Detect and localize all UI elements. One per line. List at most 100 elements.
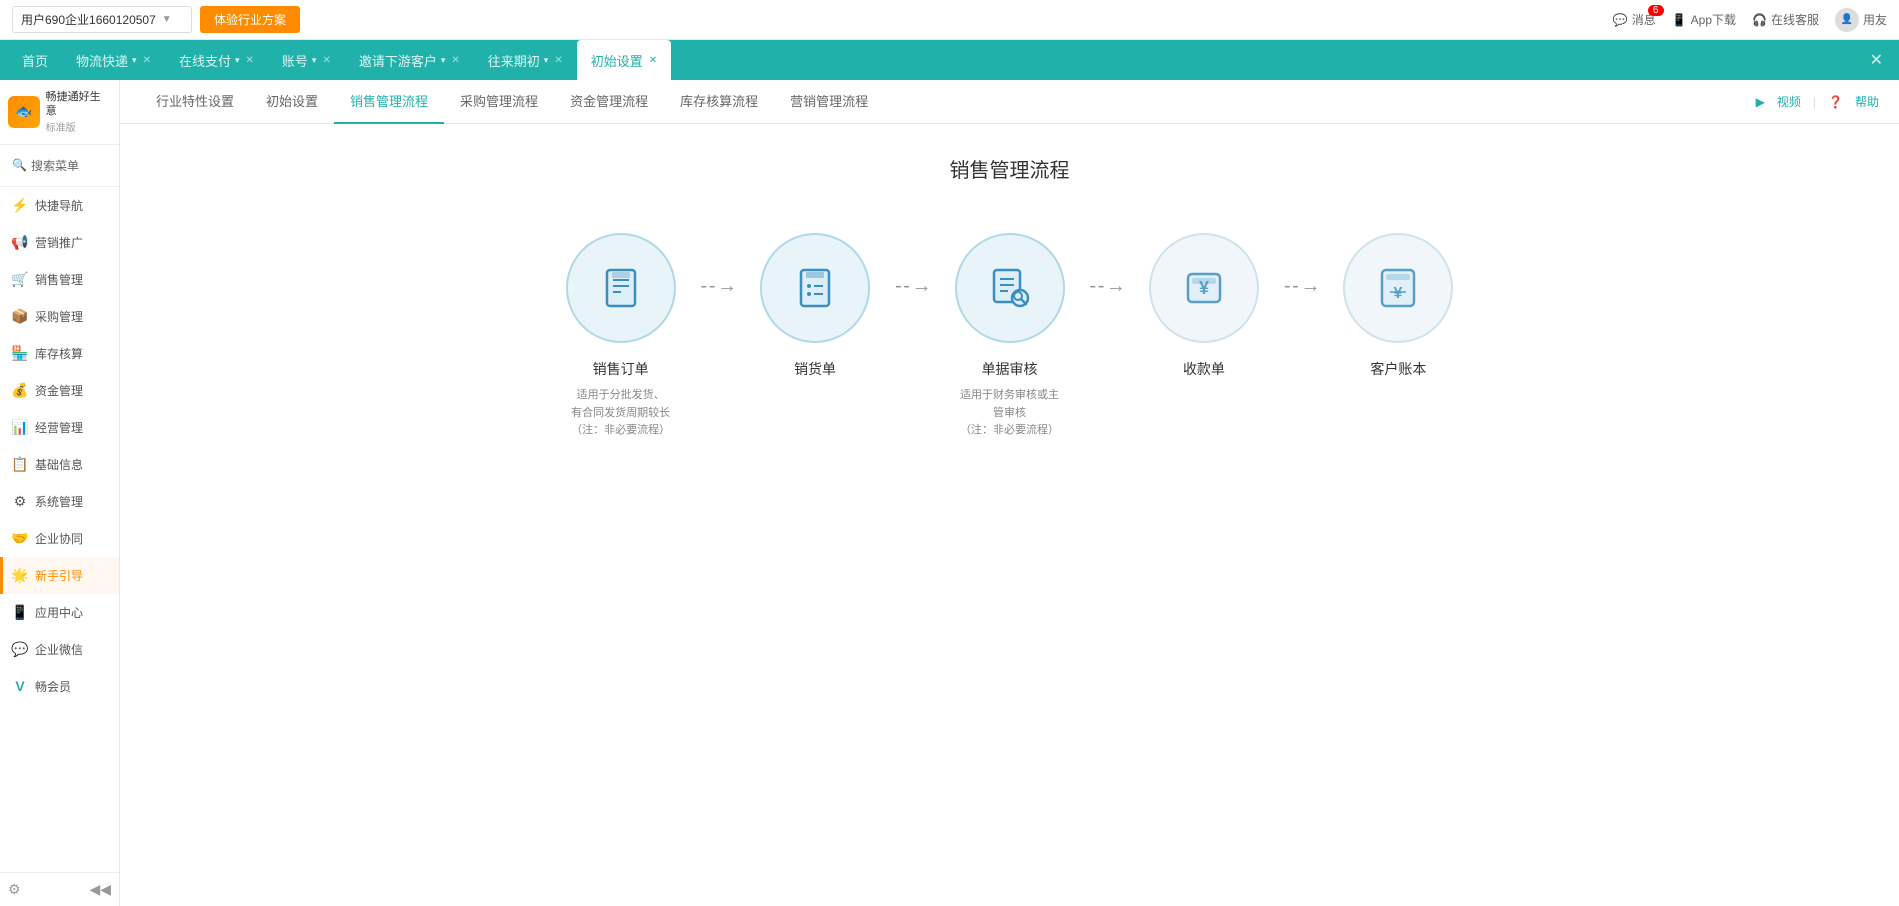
top-bar-left: 用户690企业1660120507 ▼ 体验行业方案 (12, 6, 300, 33)
flow-circle-sales-invoice[interactable] (760, 233, 870, 343)
sub-tab-industry-label: 行业特性设置 (156, 91, 234, 110)
biz-mgmt-icon: 📊 (11, 419, 29, 436)
sidebar-item-inventory[interactable]: 🏪 库存核算 (0, 335, 119, 372)
sidebar-item-enterprise-wechat[interactable]: 💬 企业微信 (0, 631, 119, 668)
top-bar: 用户690企业1660120507 ▼ 体验行业方案 💬 消息 6 📱 App下… (0, 0, 1899, 40)
messages-button[interactable]: 💬 消息 6 (1613, 11, 1656, 28)
online-service-button[interactable]: 🎧 在线客服 (1752, 11, 1819, 28)
user-profile-button[interactable]: 👤 用友 (1835, 8, 1887, 32)
search-icon: 🔍 (12, 158, 27, 172)
sub-tab-fund-flow[interactable]: 资金管理流程 (554, 80, 664, 124)
message-icon: 💬 (1613, 13, 1628, 27)
collection-icon: ¥ (1180, 264, 1228, 312)
enterprise-wechat-label: 企业微信 (35, 641, 83, 658)
sales-order-icon (597, 264, 645, 312)
sales-mgmt-label: 销售管理 (35, 271, 83, 288)
sub-tab-sales-flow[interactable]: 销售管理流程 (334, 80, 444, 124)
tab-account-arrow-icon: ▾ (312, 55, 317, 66)
enterprise-coop-label: 企业协同 (35, 530, 83, 547)
sidebar-logo: 🐟 畅捷通好生意 标准版 (0, 80, 119, 145)
video-label[interactable]: 视频 (1777, 93, 1801, 110)
user-label: 用户690企业1660120507 (21, 11, 156, 28)
sidebar-item-app-center[interactable]: 📱 应用中心 (0, 594, 119, 631)
flow-arrow-2: - - → (895, 233, 929, 298)
sub-tab-inventory-flow-label: 库存核算流程 (680, 91, 758, 110)
sidebar-item-sales-mgmt[interactable]: 🛒 销售管理 (0, 261, 119, 298)
app-download-button[interactable]: 📱 App下载 (1672, 11, 1736, 28)
user-selector[interactable]: 用户690企业1660120507 ▼ (12, 6, 192, 33)
page-content: 销售管理流程 销售订单 适用于分批发货、有合同 (120, 124, 1899, 906)
close-all-tabs-button[interactable]: ✕ (1862, 50, 1891, 70)
flow-circle-collection[interactable]: ¥ (1149, 233, 1259, 343)
customer-ledger-icon: ¥ (1374, 264, 1422, 312)
flow-item-collection: ¥ 收款单 (1124, 233, 1284, 387)
tab-period[interactable]: 往来期初 ▾ ✕ (474, 40, 577, 80)
flow-label-collection: 收款单 (1183, 359, 1225, 379)
tab-logistics-close-icon[interactable]: ✕ (143, 55, 151, 66)
tab-account-close-icon[interactable]: ✕ (322, 55, 330, 66)
basic-info-label: 基础信息 (35, 456, 83, 473)
flow-circle-customer-ledger[interactable]: ¥ (1343, 233, 1453, 343)
flow-circle-sales-order[interactable] (566, 233, 676, 343)
tab-period-label: 往来期初 (488, 51, 540, 70)
sub-tab-industry[interactable]: 行业特性设置 (140, 80, 250, 124)
help-label[interactable]: 帮助 (1855, 93, 1879, 110)
tab-payment-label: 在线支付 (179, 51, 231, 70)
sidebar-item-basic-info[interactable]: 📋 基础信息 (0, 446, 119, 483)
user-name-label: 用友 (1863, 11, 1887, 28)
sys-mgmt-icon: ⚙ (11, 493, 29, 510)
enterprise-wechat-icon: 💬 (11, 641, 29, 658)
inventory-label: 库存核算 (35, 345, 83, 362)
search-menu-button[interactable]: 🔍 搜索菜单 (8, 153, 111, 178)
new-guide-icon: 🌟 (11, 567, 29, 584)
settings-bottom-button[interactable]: ⚙ (8, 881, 21, 898)
inventory-icon: 🏪 (11, 345, 29, 362)
logo-version: 标准版 (46, 119, 111, 134)
message-badge: 6 (1648, 5, 1664, 16)
sys-mgmt-label: 系统管理 (35, 493, 83, 510)
sidebar-item-enterprise-coop[interactable]: 🤝 企业协同 (0, 520, 119, 557)
app-center-icon: 📱 (11, 604, 29, 621)
tab-invite[interactable]: 邀请下游客户 ▾ ✕ (345, 40, 474, 80)
flow-arrow-4: - - → (1284, 233, 1318, 298)
tab-init-close-icon[interactable]: ✕ (649, 55, 657, 66)
sub-tab-purchase-flow[interactable]: 采购管理流程 (444, 80, 554, 124)
flow-label-customer-ledger: 客户账本 (1370, 359, 1426, 379)
tab-home-label: 首页 (22, 51, 48, 70)
sidebar-item-chang-member[interactable]: V 畅会员 (0, 668, 119, 705)
trial-button[interactable]: 体验行业方案 (200, 6, 300, 33)
chang-member-label: 畅会员 (35, 678, 71, 695)
sidebar-item-purchase-mgmt[interactable]: 📦 采购管理 (0, 298, 119, 335)
sidebar-search-area: 🔍 搜索菜单 (0, 145, 119, 187)
collapse-sidebar-button[interactable]: ◀◀ (89, 881, 111, 898)
headset-icon: 🎧 (1752, 13, 1767, 27)
sub-tab-init-settings[interactable]: 初始设置 (250, 80, 334, 124)
tab-logistics[interactable]: 物流快递 ▾ ✕ (62, 40, 165, 80)
sidebar: 🐟 畅捷通好生意 标准版 🔍 搜索菜单 ⚡ 快捷导航 📢 营销推广 🛒 销售管理… (0, 80, 120, 906)
sub-tab-actions: ▶ 视频 | ❓ 帮助 (1756, 93, 1879, 110)
flow-label-sales-invoice: 销货单 (794, 359, 836, 379)
tab-payment[interactable]: 在线支付 ▾ ✕ (165, 40, 268, 80)
tab-payment-close-icon[interactable]: ✕ (246, 55, 254, 66)
flow-circle-doc-review[interactable] (955, 233, 1065, 343)
logo-icon: 🐟 (8, 96, 40, 128)
tab-home[interactable]: 首页 (8, 40, 62, 80)
sidebar-item-marketing-promo[interactable]: 📢 营销推广 (0, 224, 119, 261)
tab-account-label: 账号 (282, 51, 308, 70)
sub-tab-inventory-flow[interactable]: 库存核算流程 (664, 80, 774, 124)
tab-invite-close-icon[interactable]: ✕ (451, 55, 459, 66)
tab-account[interactable]: 账号 ▾ ✕ (268, 40, 345, 80)
sub-tab-fund-flow-label: 资金管理流程 (570, 91, 648, 110)
sidebar-item-quick-nav[interactable]: ⚡ 快捷导航 (0, 187, 119, 224)
help-icon: ❓ (1828, 95, 1843, 109)
sub-tab-marketing-flow[interactable]: 营销管理流程 (774, 80, 884, 124)
tab-init[interactable]: 初始设置 ✕ (577, 40, 671, 80)
avatar: 👤 (1835, 8, 1859, 32)
sidebar-item-biz-mgmt[interactable]: 📊 经营管理 (0, 409, 119, 446)
sidebar-item-sys-mgmt[interactable]: ⚙ 系统管理 (0, 483, 119, 520)
sidebar-item-new-guide[interactable]: 🌟 新手引导 (0, 557, 119, 594)
tab-period-close-icon[interactable]: ✕ (554, 55, 562, 66)
marketing-promo-label: 营销推广 (35, 234, 83, 251)
flow-item-doc-review: 单据审核 适用于财务审核或主管审核（注：非必要流程） (930, 233, 1090, 440)
sidebar-item-finance-mgmt[interactable]: 💰 资金管理 (0, 372, 119, 409)
